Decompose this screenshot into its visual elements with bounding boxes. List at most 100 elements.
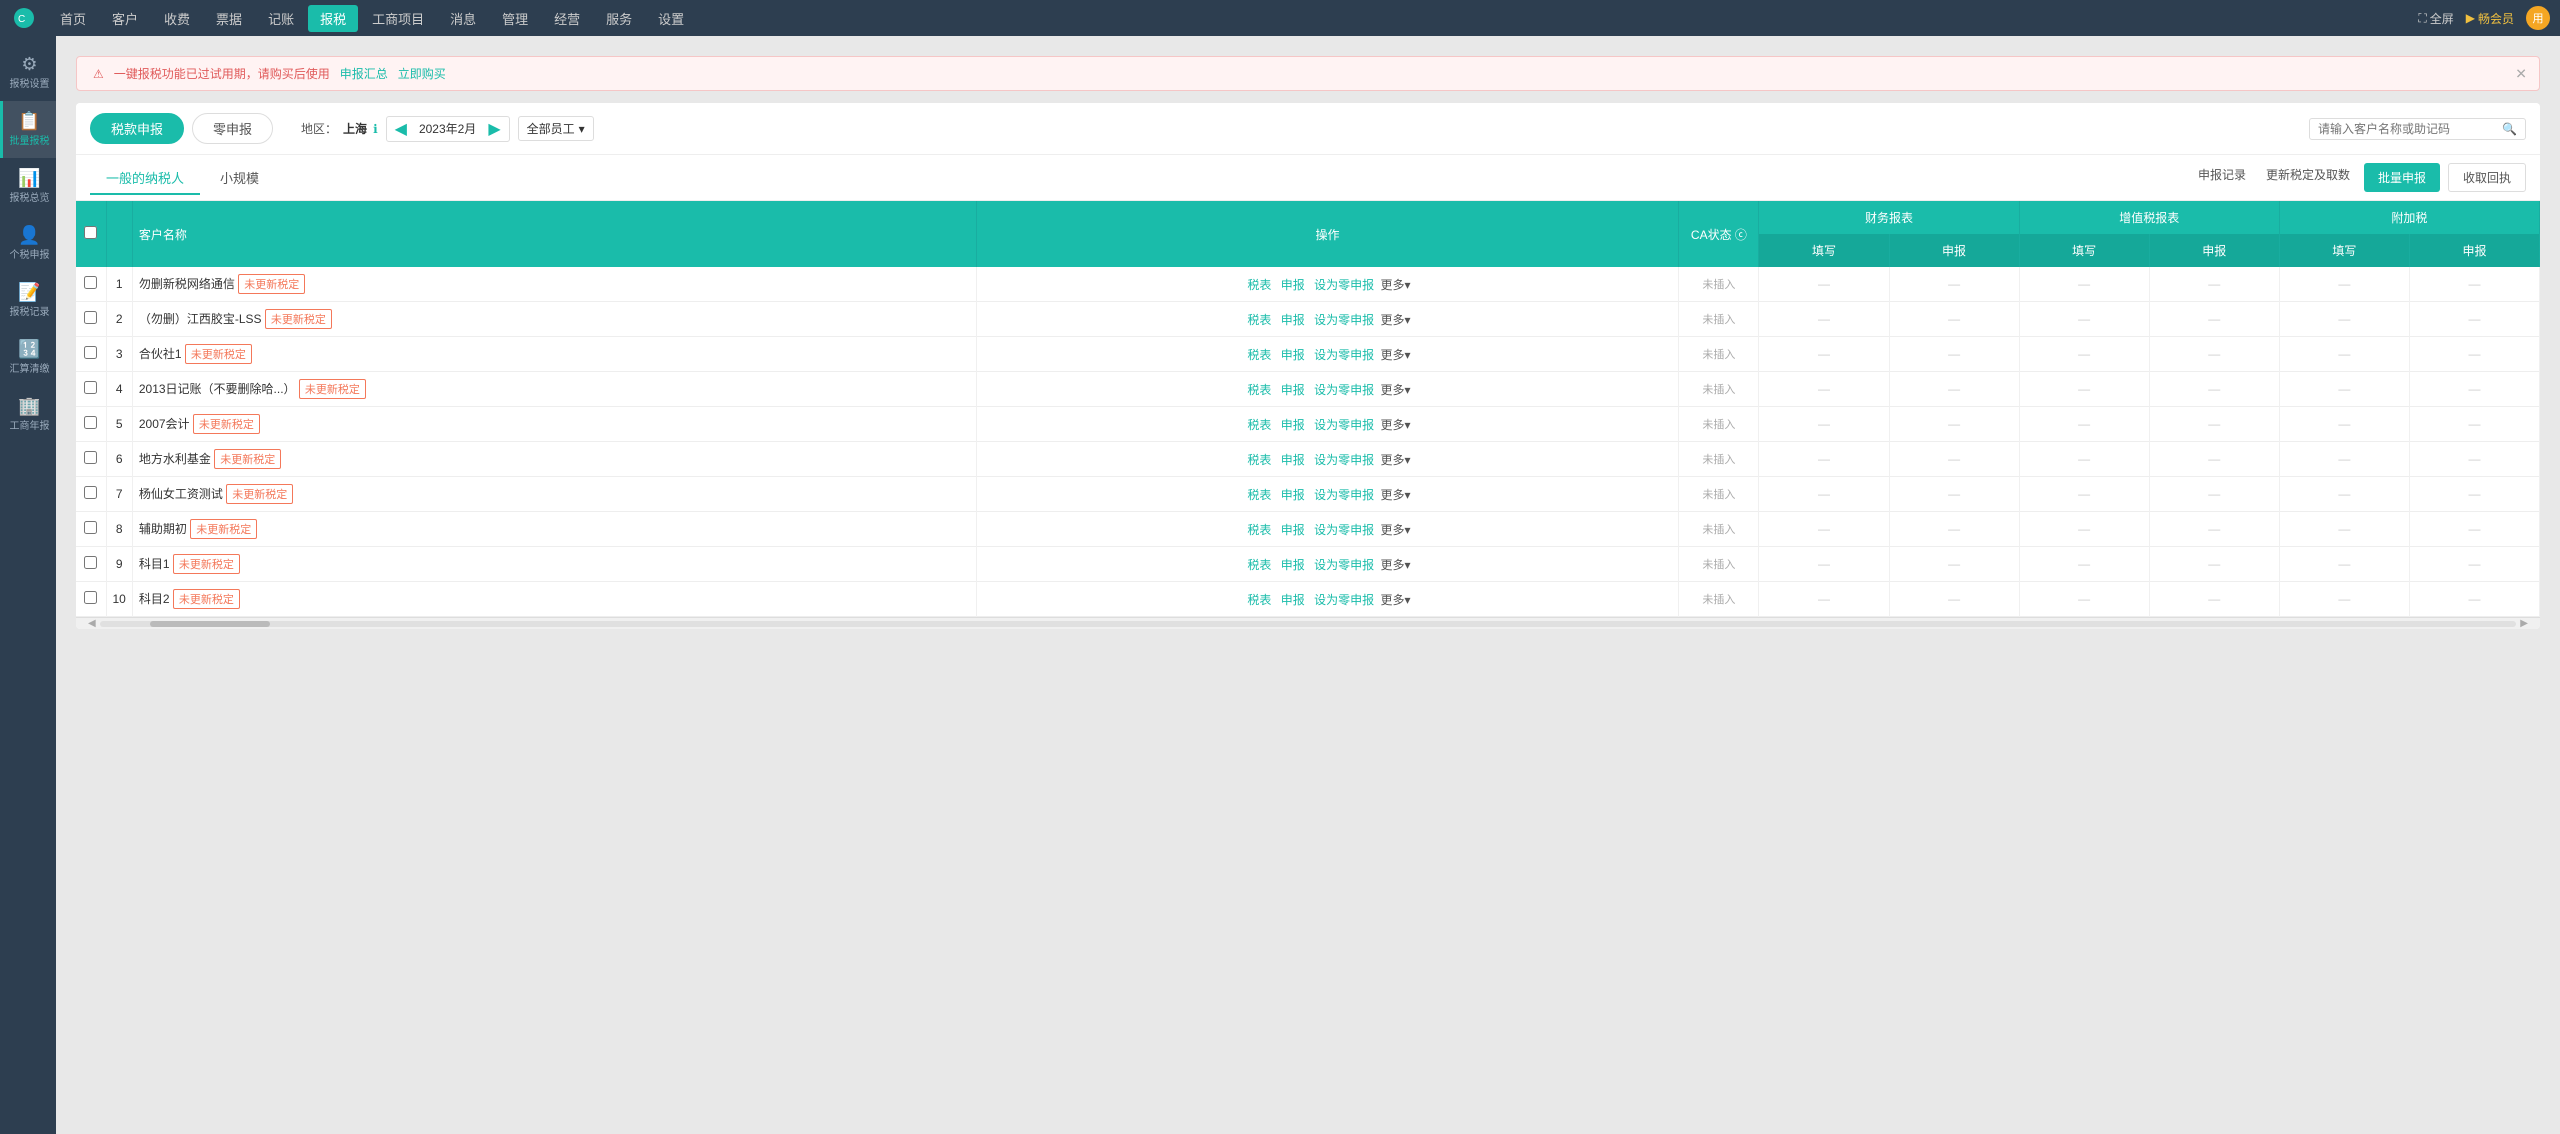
sidebar-item-tax-settings[interactable]: ⚙ 报税设置 [0,44,56,101]
nav-message[interactable]: 消息 [438,5,488,32]
op-set-zero[interactable]: 设为零申报 [1314,313,1374,327]
collect-receipt-button[interactable]: 收取回执 [2448,163,2526,192]
nav-customer[interactable]: 客户 [100,5,150,32]
search-icon[interactable]: 🔍 [2502,122,2517,136]
nav-settings[interactable]: 设置 [646,5,696,32]
row-additional-report: — [2409,582,2539,617]
banner-close-button[interactable]: ✕ [2515,65,2527,82]
row-checkbox[interactable] [84,486,97,499]
op-more[interactable]: 更多▾ [1380,348,1410,362]
nav-manage[interactable]: 管理 [490,5,540,32]
fullscreen-button[interactable]: ⛶ 全屏 [2418,10,2453,27]
banner-link-summary[interactable]: 申报汇总 [340,65,388,82]
month-next-button[interactable]: ▶ [488,119,500,139]
banner-link-buy[interactable]: 立即购买 [398,65,446,82]
op-set-zero[interactable]: 设为零申报 [1314,453,1374,467]
op-more[interactable]: 更多▾ [1380,313,1410,327]
user-avatar[interactable]: 用 [2526,6,2550,30]
sidebar-item-tax-overview[interactable]: 📊 报税总览 [0,158,56,215]
op-declare[interactable]: 申报 [1281,558,1305,572]
select-all-checkbox[interactable] [84,226,97,239]
scrollbar-track[interactable] [100,621,2517,627]
op-declare[interactable]: 申报 [1281,453,1305,467]
nav-operation[interactable]: 经营 [542,5,592,32]
row-checkbox[interactable] [84,276,97,289]
op-tax-form[interactable]: 税表 [1247,278,1271,292]
op-tax-form[interactable]: 税表 [1247,313,1271,327]
op-tax-form[interactable]: 税表 [1247,453,1271,467]
op-tax-form[interactable]: 税表 [1247,593,1271,607]
declaration-records-link[interactable]: 申报记录 [2192,163,2252,192]
nav-accounting[interactable]: 记账 [256,5,306,32]
row-checkbox[interactable] [84,311,97,324]
op-tax-form[interactable]: 税表 [1247,418,1271,432]
row-checkbox[interactable] [84,451,97,464]
fullscreen-label: 全屏 [2430,10,2454,27]
op-more[interactable]: 更多▾ [1380,593,1410,607]
banner-text: 一键报税功能已过试用期，请购买后使用 [114,65,330,82]
taxpayer-tab-general[interactable]: 一般的纳税人 [90,162,200,195]
scroll-left-arrow[interactable]: ◀ [84,618,100,629]
op-set-zero[interactable]: 设为零申报 [1314,558,1374,572]
tab-zero-declaration[interactable]: 零申报 [192,113,273,144]
staff-selector[interactable]: 全部员工 ▾ [518,116,594,141]
nav-billing[interactable]: 收费 [152,5,202,32]
op-set-zero[interactable]: 设为零申报 [1314,383,1374,397]
op-more[interactable]: 更多▾ [1380,278,1410,292]
row-checkbox[interactable] [84,346,97,359]
op-tax-form[interactable]: 税表 [1247,383,1271,397]
taxpayer-tab-small[interactable]: 小规模 [204,162,275,195]
op-set-zero[interactable]: 设为零申报 [1314,348,1374,362]
op-declare[interactable]: 申报 [1281,523,1305,537]
tab-tax-declaration[interactable]: 税款申报 [90,113,184,144]
nav-service[interactable]: 服务 [594,5,644,32]
vip-button[interactable]: ▶ 畅会员 [2466,10,2514,27]
op-more[interactable]: 更多▾ [1380,418,1410,432]
op-declare[interactable]: 申报 [1281,593,1305,607]
th-finance-report: 财务报表 [1759,201,2019,234]
op-tax-form[interactable]: 税表 [1247,348,1271,362]
sidebar-item-individual-tax[interactable]: 👤 个税申报 [0,215,56,272]
op-declare[interactable]: 申报 [1281,488,1305,502]
op-more[interactable]: 更多▾ [1380,453,1410,467]
scrollbar-thumb[interactable] [150,621,270,627]
sidebar-item-batch-tax[interactable]: 📋 批量报税 [0,101,56,158]
row-checkbox[interactable] [84,591,97,604]
op-set-zero[interactable]: 设为零申报 [1314,523,1374,537]
nav-business[interactable]: 工商项目 [360,5,436,32]
op-declare[interactable]: 申报 [1281,313,1305,327]
op-declare[interactable]: 申报 [1281,348,1305,362]
op-tax-form[interactable]: 税表 [1247,488,1271,502]
horizontal-scrollbar[interactable]: ◀ ▶ [76,617,2540,629]
nav-tax[interactable]: 报税 [308,5,358,32]
op-more[interactable]: 更多▾ [1380,383,1410,397]
scroll-right-arrow[interactable]: ▶ [2516,618,2532,629]
op-tax-form[interactable]: 税表 [1247,558,1271,572]
location-info-icon[interactable]: ℹ [373,122,378,136]
nav-home[interactable]: 首页 [48,5,98,32]
row-checkbox[interactable] [84,381,97,394]
sidebar-item-annual-report[interactable]: 🏢 工商年报 [0,386,56,443]
row-index: 1 [106,267,132,302]
op-more[interactable]: 更多▾ [1380,523,1410,537]
row-checkbox[interactable] [84,521,97,534]
op-declare[interactable]: 申报 [1281,278,1305,292]
op-tax-form[interactable]: 税表 [1247,523,1271,537]
batch-declare-button[interactable]: 批量申报 [2364,163,2440,192]
op-set-zero[interactable]: 设为零申报 [1314,418,1374,432]
row-checkbox[interactable] [84,556,97,569]
month-prev-button[interactable]: ◀ [395,119,407,139]
op-more[interactable]: 更多▾ [1380,558,1410,572]
op-set-zero[interactable]: 设为零申报 [1314,593,1374,607]
row-checkbox[interactable] [84,416,97,429]
op-set-zero[interactable]: 设为零申报 [1314,488,1374,502]
op-more[interactable]: 更多▾ [1380,488,1410,502]
sidebar-item-tax-records[interactable]: 📝 报税记录 [0,272,56,329]
nav-invoice[interactable]: 票据 [204,5,254,32]
update-tax-link[interactable]: 更新税定及取数 [2260,163,2356,192]
op-declare[interactable]: 申报 [1281,418,1305,432]
sidebar-item-reconciliation[interactable]: 🔢 汇算清缴 [0,329,56,386]
search-input[interactable] [2318,122,2498,136]
op-declare[interactable]: 申报 [1281,383,1305,397]
op-set-zero[interactable]: 设为零申报 [1314,278,1374,292]
